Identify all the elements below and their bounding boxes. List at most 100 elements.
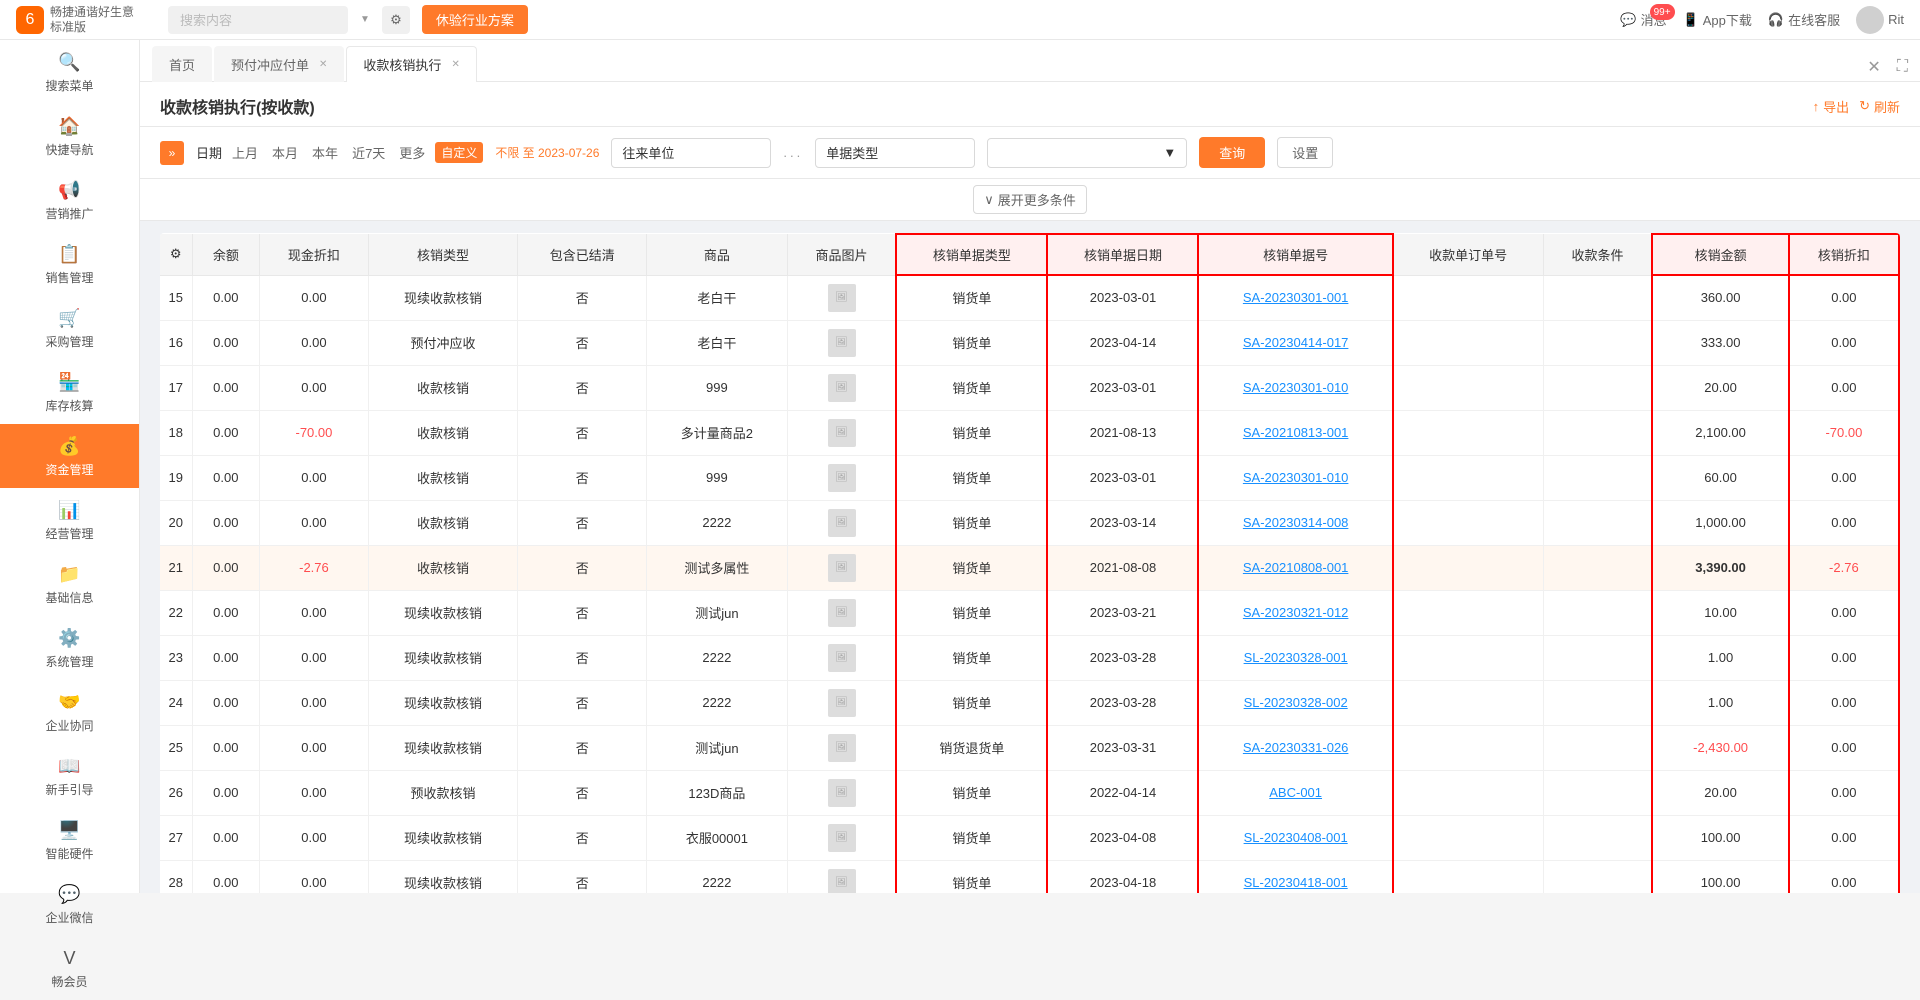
bill-no-link[interactable]: SL-20230408-001 (1244, 830, 1348, 845)
cell-id: 26 (160, 770, 192, 815)
tab-prepay[interactable]: 预付冲应付单 ✕ (214, 46, 344, 82)
bill-no-link[interactable]: SL-20230328-002 (1244, 695, 1348, 710)
table-row: 19 0.00 0.00 收款核销 否 999 🖼 销货单 2023-03-01… (160, 455, 1899, 500)
bill-no-link[interactable]: SL-20230418-001 (1244, 875, 1348, 890)
app-download-item[interactable]: 📱 App下载 (1683, 10, 1752, 29)
sidebar-item-business[interactable]: 📊 经营管理 (0, 488, 139, 552)
bill-type-dropdown[interactable]: ▼ (987, 138, 1187, 168)
sidebar-item-guide[interactable]: 📖 新手引导 (0, 744, 139, 808)
sidebar-item-sales[interactable]: 📋 销售管理 (0, 232, 139, 296)
expand-more-button[interactable]: ∨ 展开更多条件 (973, 185, 1087, 214)
date-option-more[interactable]: 更多 (395, 141, 429, 164)
search-dropdown-arrow[interactable]: ▼ (360, 14, 370, 25)
cell-bill-report-type: 销货单 (896, 680, 1047, 725)
sidebar-item-search[interactable]: 🔍 搜索菜单 (0, 40, 139, 104)
cell-balance: 0.00 (192, 815, 260, 860)
cell-writeoff-discount: 0.00 (1789, 770, 1899, 815)
bill-no-link[interactable]: SA-20230301-001 (1243, 290, 1349, 305)
bill-no-link[interactable]: ABC-001 (1269, 785, 1322, 800)
cell-bill-no: SL-20230418-001 (1198, 860, 1392, 893)
cell-cash-discount: 0.00 (260, 455, 369, 500)
sidebar-item-finance[interactable]: 💰 资金管理 (0, 424, 139, 488)
query-button[interactable]: 查询 (1199, 137, 1265, 168)
cell-goods-image: 🖼 (787, 725, 896, 770)
sidebar-item-basic[interactable]: 📁 基础信息 (0, 552, 139, 616)
sidebar-item-hardware[interactable]: 🖥️ 智能硬件 (0, 808, 139, 872)
gear-button[interactable]: ⚙ (382, 6, 410, 34)
bill-no-link[interactable]: SL-20230328-001 (1244, 650, 1348, 665)
sidebar-item-marketing[interactable]: 📢 营销推广 (0, 168, 139, 232)
cell-writeoff-discount: 0.00 (1789, 680, 1899, 725)
messages-item[interactable]: 💬 消息 99+ (1620, 10, 1666, 29)
tab-writeoff[interactable]: 收款核销执行 ✕ (346, 46, 476, 82)
date-option-this-year[interactable]: 本年 (308, 141, 342, 164)
table-container[interactable]: ⚙ 余额 现金折扣 核销类型 包含已结清 商品 商品图片 核销单据类型 核销单据… (140, 221, 1920, 893)
bill-no-link[interactable]: SA-20230321-012 (1243, 605, 1349, 620)
cell-include-settled: 否 (518, 815, 647, 860)
cell-id: 17 (160, 365, 192, 410)
cell-id: 24 (160, 680, 192, 725)
sidebar-label-search: 搜索菜单 (45, 77, 93, 94)
cell-writeoff-discount: 0.00 (1789, 815, 1899, 860)
message-icon: 💬 (1620, 12, 1636, 28)
cell-goods: 测试jun (647, 725, 787, 770)
bill-no-link[interactable]: SA-20230331-026 (1243, 740, 1349, 755)
sales-icon: 📋 (58, 244, 80, 265)
user-item[interactable]: Rit (1856, 6, 1904, 34)
cell-cash-discount: 0.00 (260, 860, 369, 893)
col-goods-image: 商品图片 (787, 234, 896, 275)
cell-bill-date: 2023-03-31 (1047, 725, 1198, 770)
sidebar-item-inventory[interactable]: 🏪 库存核算 (0, 360, 139, 424)
tab-prepay-close[interactable]: ✕ (319, 59, 327, 70)
sidebar-item-wechat[interactable]: 💬 企业微信 (0, 872, 139, 936)
tab-close-all-button[interactable]: ✕ (1863, 53, 1884, 81)
sidebar-item-quick-nav[interactable]: 🏠 快捷导航 (0, 104, 139, 168)
col-writeoff-discount: 核销折扣 (1789, 234, 1899, 275)
cell-writeoff-amount: -2,430.00 (1652, 725, 1788, 770)
tab-home[interactable]: 首页 (152, 46, 212, 82)
cell-include-settled: 否 (518, 860, 647, 893)
cell-id: 22 (160, 590, 192, 635)
col-receipt-order-no: 收款单订单号 (1393, 234, 1543, 275)
sidebar-item-company[interactable]: 🤝 企业协同 (0, 680, 139, 744)
cell-include-settled: 否 (518, 590, 647, 635)
business-icon: 📊 (58, 500, 80, 521)
counterparty-input[interactable]: 往来单位 (611, 138, 771, 168)
table-row: 15 0.00 0.00 现续收款核销 否 老白干 🖼 销货单 2023-03-… (160, 275, 1899, 320)
bill-no-link[interactable]: SA-20210808-001 (1243, 560, 1349, 575)
cell-writeoff-type: 现续收款核销 (368, 590, 517, 635)
setting-button[interactable]: 设置 (1277, 137, 1333, 168)
cell-receipt-condition (1543, 590, 1652, 635)
bill-no-link[interactable]: SA-20230314-008 (1243, 515, 1349, 530)
bill-type-label: 单据类型 (826, 143, 878, 162)
bill-no-link[interactable]: SA-20210813-001 (1243, 425, 1349, 440)
refresh-button[interactable]: ↻ 刷新 (1859, 97, 1900, 116)
date-option-last-month[interactable]: 上月 (228, 141, 262, 164)
cell-bill-date: 2023-03-21 (1047, 590, 1198, 635)
bill-no-link[interactable]: SA-20230301-010 (1243, 470, 1349, 485)
col-bill-date: 核销单据日期 (1047, 234, 1198, 275)
tab-expand-button[interactable]: ⛶ (1893, 54, 1912, 80)
date-custom-button[interactable]: 自定义 (435, 142, 483, 163)
tab-writeoff-close[interactable]: ✕ (451, 59, 459, 70)
inventory-icon: 🏪 (58, 372, 80, 393)
cell-goods-image: 🖼 (787, 365, 896, 410)
export-button[interactable]: ↑ 导出 (1813, 97, 1850, 116)
filter-expand-button[interactable]: » (160, 141, 184, 165)
online-service-item[interactable]: 🎧 在线客服 (1768, 10, 1840, 29)
sidebar-item-system[interactable]: ⚙️ 系统管理 (0, 616, 139, 680)
search-icon: 🔍 (58, 52, 80, 73)
bill-no-link[interactable]: SA-20230301-010 (1243, 380, 1349, 395)
date-option-this-month[interactable]: 本月 (268, 141, 302, 164)
industry-button[interactable]: 休验行业方案 (422, 5, 528, 34)
bill-type-select[interactable]: 单据类型 (815, 138, 975, 168)
search-box[interactable]: 搜索内容 (168, 6, 348, 34)
table-row: 18 0.00 -70.00 收款核销 否 多计量商品2 🖼 销货单 2021-… (160, 410, 1899, 455)
sidebar-item-purchase[interactable]: 🛒 采购管理 (0, 296, 139, 360)
date-options: 上月 本月 本年 近7天 更多 自定义 (228, 141, 483, 164)
cell-include-settled: 否 (518, 545, 647, 590)
bill-no-link[interactable]: SA-20230414-017 (1243, 335, 1349, 350)
sidebar-item-member[interactable]: V 畅会员 (0, 936, 139, 1000)
table-row: 24 0.00 0.00 现续收款核销 否 2222 🖼 销货单 2023-03… (160, 680, 1899, 725)
date-option-7days[interactable]: 近7天 (348, 141, 389, 164)
